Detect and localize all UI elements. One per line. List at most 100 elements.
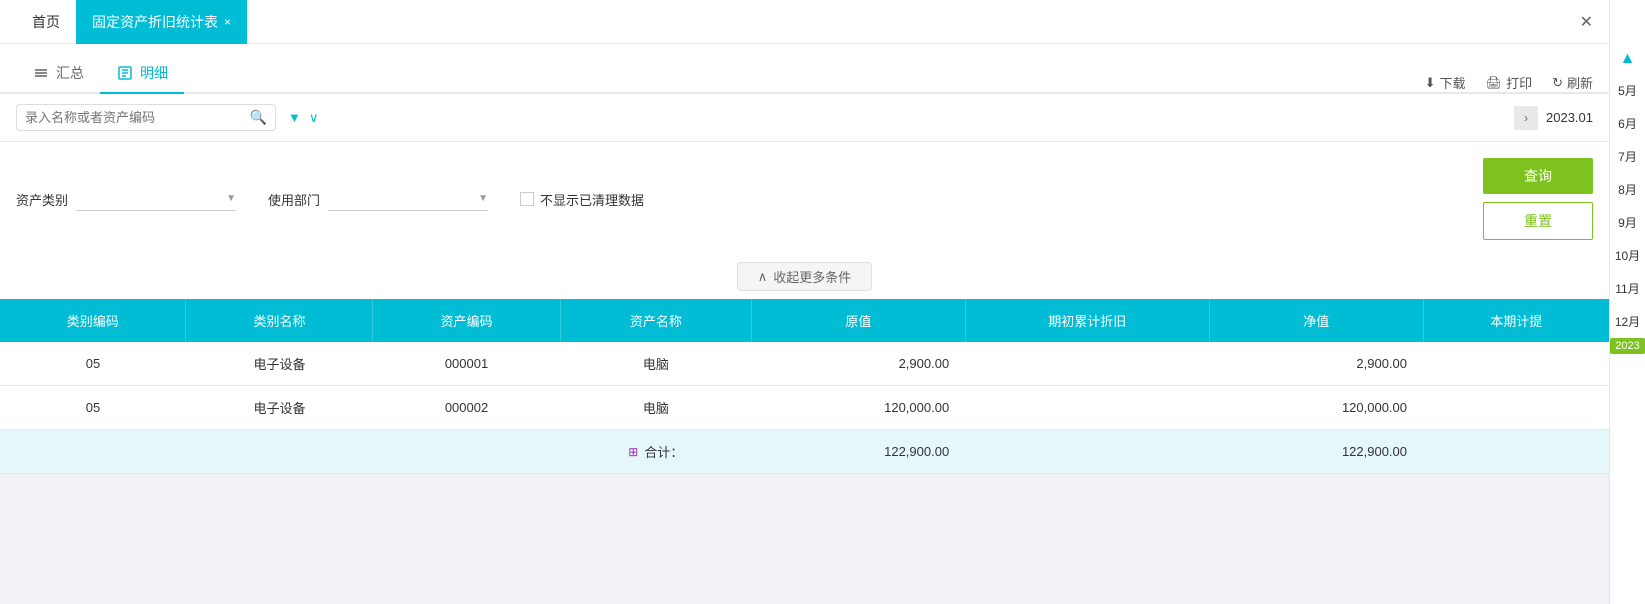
- tab-detail-label: 明细: [140, 63, 168, 83]
- total-net-value: 122,900.00: [1209, 430, 1423, 474]
- col-asset-code: 资产编码: [373, 299, 560, 342]
- total-original-value: 122,900.00: [752, 430, 966, 474]
- cell-asset-code: 000002: [373, 386, 560, 430]
- hide-cleared-label: 不显示已清理数据: [540, 190, 644, 209]
- right-sidebar: ▲ 5月 6月 7月 8月 9月 10月 11月 12月 2023: [1609, 0, 1645, 604]
- cell-asset-code: 000001: [373, 342, 560, 386]
- sidebar-month-5[interactable]: 5月: [1610, 74, 1645, 107]
- cell-initial-depreciation: [965, 342, 1209, 386]
- tab-detail[interactable]: 明细: [100, 54, 184, 94]
- toolbar-actions: ⬇ 下载 🖨 打印 ↻ 刷新: [1425, 73, 1593, 92]
- nav-tab-label: 固定资产折旧统计表: [92, 12, 218, 32]
- collapse-conditions-btn[interactable]: ∧ 收起更多条件: [737, 262, 873, 291]
- reset-button[interactable]: 重置: [1483, 202, 1593, 240]
- sidebar-month-12[interactable]: 12月: [1610, 305, 1645, 338]
- col-net-value: 净值: [1209, 299, 1423, 342]
- cell-current-depreciation: [1423, 386, 1609, 430]
- sidebar-month-9[interactable]: 9月: [1610, 206, 1645, 239]
- refresh-icon: ↻: [1552, 75, 1563, 91]
- data-table: 类别编码 类别名称 资产编码 资产名称 原值 期初累计折旧 净值 本期计提 05…: [0, 299, 1609, 474]
- sidebar-month-11[interactable]: 11月: [1610, 272, 1645, 305]
- window-close-icon[interactable]: ✕: [1580, 12, 1593, 32]
- cell-asset-name: 电脑: [560, 342, 752, 386]
- more-conditions-btn[interactable]: ▼ ∨: [288, 110, 318, 126]
- table-row[interactable]: 05 电子设备 000001 电脑 2,900.00 2,900.00: [0, 342, 1609, 386]
- collapse-conditions-area: ∧ 收起更多条件: [0, 252, 1609, 299]
- col-current-depreciation: 本期计提: [1423, 299, 1609, 342]
- department-select-wrap: ▼: [328, 187, 488, 211]
- top-nav: 首页 固定资产折旧统计表 × ✕: [0, 0, 1609, 44]
- col-initial-depreciation: 期初累计折旧: [965, 299, 1209, 342]
- nav-tab-close-icon[interactable]: ×: [224, 15, 231, 29]
- download-btn[interactable]: ⬇ 下载: [1425, 73, 1466, 92]
- sidebar-year-badge[interactable]: 2023: [1610, 338, 1645, 354]
- cell-net-value: 2,900.00: [1209, 342, 1423, 386]
- sidebar-nav-up[interactable]: ▲: [1620, 44, 1636, 74]
- cell-original-value: 2,900.00: [752, 342, 966, 386]
- print-icon: 🖨: [1486, 75, 1503, 91]
- cell-initial-depreciation: [965, 386, 1209, 430]
- total-label-cell: ⊞ 合计：: [560, 430, 752, 474]
- hide-cleared-filter: 不显示已清理数据: [520, 190, 644, 209]
- sidebar-month-6[interactable]: 6月: [1610, 107, 1645, 140]
- total-current-depreciation: [1423, 430, 1609, 474]
- table-row[interactable]: 05 电子设备 000002 电脑 120,000.00 120,000.00: [0, 386, 1609, 430]
- department-select[interactable]: [328, 187, 488, 210]
- total-icon: ⊞: [628, 445, 638, 459]
- table-header-row: 类别编码 类别名称 资产编码 资产名称 原值 期初累计折旧 净值 本期计提: [0, 299, 1609, 342]
- cell-category-name: 电子设备: [186, 386, 373, 430]
- filter-icon: ▼: [288, 110, 301, 125]
- refresh-btn[interactable]: ↻ 刷新: [1552, 73, 1593, 92]
- nav-home[interactable]: 首页: [16, 0, 76, 44]
- collapse-arrow-btn[interactable]: ›: [1514, 106, 1538, 130]
- search-bar: 🔍 ▼ ∨ › 2023.01: [0, 94, 1609, 142]
- asset-category-select-wrap: ▼: [76, 187, 236, 211]
- sidebar-month-7[interactable]: 7月: [1610, 140, 1645, 173]
- refresh-label: 刷新: [1567, 73, 1593, 92]
- asset-category-label: 资产类别: [16, 190, 68, 209]
- asset-category-filter: 资产类别 ▼: [16, 187, 236, 211]
- search-bar-right: › 2023.01: [1514, 106, 1593, 130]
- cell-category-code: 05: [0, 342, 186, 386]
- search-input-wrap: 🔍: [16, 104, 276, 131]
- cell-net-value: 120,000.00: [1209, 386, 1423, 430]
- cell-category-code: 05: [0, 386, 186, 430]
- total-initial-depreciation: [965, 430, 1209, 474]
- search-input[interactable]: [25, 110, 246, 125]
- department-label: 使用部门: [268, 190, 320, 209]
- total-spacer: [0, 430, 560, 474]
- nav-tab-active[interactable]: 固定资产折旧统计表 ×: [76, 0, 247, 44]
- chevron-down-icon: ∨: [309, 110, 319, 126]
- table-total-row: ⊞ 合计： 122,900.00 122,900.00: [0, 430, 1609, 474]
- cell-current-depreciation: [1423, 342, 1609, 386]
- col-asset-name: 资产名称: [560, 299, 752, 342]
- layers-icon: [32, 64, 50, 82]
- cell-category-name: 电子设备: [186, 342, 373, 386]
- print-label: 打印: [1506, 73, 1532, 92]
- search-icon[interactable]: 🔍: [250, 109, 267, 126]
- col-category-code: 类别编码: [0, 299, 186, 342]
- detail-icon: [116, 64, 134, 82]
- filter-area: 资产类别 ▼ 使用部门 ▼ 不显示已清理数: [0, 142, 1609, 252]
- asset-category-select[interactable]: [76, 187, 236, 210]
- query-button[interactable]: 查询: [1483, 158, 1593, 194]
- tab-summary[interactable]: 汇总: [16, 54, 100, 94]
- download-label: 下载: [1440, 73, 1466, 92]
- tab-summary-label: 汇总: [56, 63, 84, 83]
- total-label-text: 合计：: [644, 442, 683, 461]
- cell-asset-name: 电脑: [560, 386, 752, 430]
- date-label: 2023.01: [1546, 110, 1593, 125]
- download-icon: ⬇: [1425, 75, 1436, 91]
- collapse-up-icon: ∧: [758, 269, 768, 285]
- cell-original-value: 120,000.00: [752, 386, 966, 430]
- data-table-wrap: 类别编码 类别名称 资产编码 资产名称 原值 期初累计折旧 净值 本期计提 05…: [0, 299, 1609, 474]
- toolbar-tabs: 汇总 明细 ⬇ 下载 🖨 打印 ↻: [0, 44, 1609, 94]
- print-btn[interactable]: 🖨 打印: [1486, 73, 1533, 92]
- hide-cleared-checkbox[interactable]: [520, 192, 534, 206]
- collapse-label: 收起更多条件: [773, 267, 851, 286]
- sidebar-month-10[interactable]: 10月: [1610, 239, 1645, 272]
- sidebar-month-8[interactable]: 8月: [1610, 173, 1645, 206]
- col-category-name: 类别名称: [186, 299, 373, 342]
- department-filter: 使用部门 ▼: [268, 187, 488, 211]
- filter-row: 资产类别 ▼ 使用部门 ▼ 不显示已清理数: [16, 158, 1593, 240]
